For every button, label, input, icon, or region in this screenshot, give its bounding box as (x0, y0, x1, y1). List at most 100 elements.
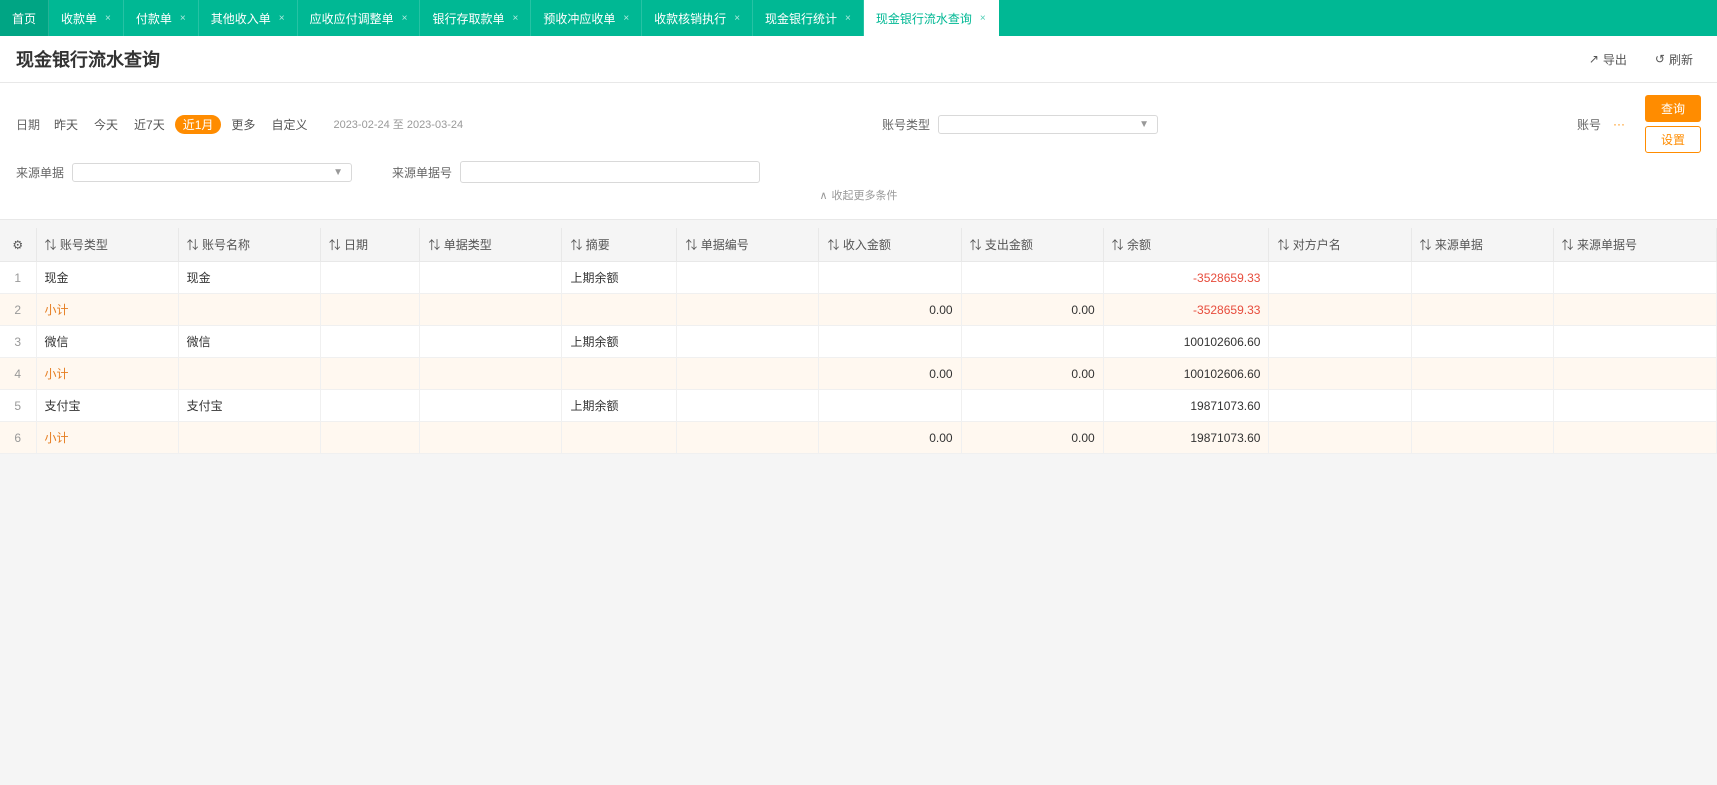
close-icon[interactable]: × (512, 13, 518, 24)
th-source-doc[interactable]: ⇅ 来源单据 (1411, 228, 1553, 262)
table-header: ⚙ ⇅ 账号类型 ⇅ 账号名称 ⇅ 日期 ⇅ 单据类型 ⇅ 摘要 (0, 228, 1717, 262)
source-doc-no-cell (1553, 294, 1716, 326)
source-doc-cell (1411, 422, 1553, 454)
close-icon[interactable]: × (402, 13, 408, 24)
close-icon[interactable]: × (105, 13, 111, 24)
source-doc-num-label: 来源单据号 (392, 164, 452, 181)
th-account-name[interactable]: ⇅ 账号名称 (178, 228, 320, 262)
source-doc-num-input[interactable] (460, 161, 760, 183)
th-doc-type[interactable]: ⇅ 单据类型 (420, 228, 562, 262)
gear-icon[interactable]: ⚙ (12, 238, 23, 252)
th-summary[interactable]: ⇅ 摘要 (562, 228, 677, 262)
doc-type-cell (420, 390, 562, 422)
table-row: 6小计0.000.0019871073.60 (0, 422, 1717, 454)
th-expense[interactable]: ⇅ 支出金额 (961, 228, 1103, 262)
source-doc-cell (1411, 390, 1553, 422)
nav-item-首页[interactable]: 首页 (0, 0, 49, 36)
th-date[interactable]: ⇅ 日期 (320, 228, 420, 262)
filter-row-2: 来源单据 ▼ 来源单据号 (16, 161, 1701, 183)
last7days-btn[interactable]: 近7天 (128, 115, 171, 134)
chevron-down-icon: ▼ (1139, 119, 1149, 130)
btn-group-right: 查询 设置 (1645, 95, 1701, 153)
balance-cell: 100102606.60 (1103, 326, 1269, 358)
sort-icon: ⇅ (827, 238, 839, 252)
account-name-cell: 支付宝 (178, 390, 320, 422)
nav-item-预收冲应收单[interactable]: 预收冲应收单× (531, 0, 642, 36)
income-cell (819, 390, 961, 422)
export-button[interactable]: ↗ 导出 (1581, 47, 1635, 72)
th-doc-no[interactable]: ⇅ 单据编号 (677, 228, 819, 262)
date-cell (320, 326, 420, 358)
collapse-icon: ∧ (819, 189, 827, 202)
counterparty-cell (1269, 326, 1411, 358)
row-num-cell: 6 (0, 422, 36, 454)
close-icon[interactable]: × (845, 13, 851, 24)
custom-date-btn[interactable]: 自定义 (265, 115, 313, 134)
account-type-select[interactable]: ▼ (938, 115, 1158, 134)
nav-item-收款核销执行[interactable]: 收款核销执行× (642, 0, 753, 36)
balance-cell: 19871073.60 (1103, 390, 1269, 422)
table-row: 4小计0.000.00100102606.60 (0, 358, 1717, 390)
nav-item-付款单[interactable]: 付款单× (124, 0, 199, 36)
close-icon[interactable]: × (980, 13, 986, 24)
income-cell (819, 262, 961, 294)
query-button[interactable]: 查询 (1645, 95, 1701, 122)
close-icon[interactable]: × (279, 13, 285, 24)
export-icon: ↗ (1589, 52, 1599, 66)
account-type-cell: 微信 (36, 326, 178, 358)
expense-cell (961, 262, 1103, 294)
filter-area: 日期 昨天 今天 近7天 近1月 更多 自定义 2023-02-24 至 202… (0, 83, 1717, 220)
nav-item-其他收入单[interactable]: 其他收入单× (199, 0, 298, 36)
settings-button[interactable]: 设置 (1645, 126, 1701, 153)
summary-cell: 上期余额 (562, 390, 677, 422)
source-doc-no-cell (1553, 390, 1716, 422)
table-body: 1现金现金上期余额-3528659.332小计0.000.00-3528659.… (0, 262, 1717, 454)
account-type-cell: 小计 (36, 358, 178, 390)
today-btn[interactable]: 今天 (88, 115, 124, 134)
source-doc-cell (1411, 326, 1553, 358)
nav-item-应收应付调整单[interactable]: 应收应付调整单× (298, 0, 421, 36)
source-doc-num-group: 来源单据号 (392, 161, 760, 183)
doc-no-cell (677, 262, 819, 294)
account-type-cell: 现金 (36, 262, 178, 294)
sort-icon: ⇅ (1420, 238, 1432, 252)
sort-icon: ⇅ (1112, 238, 1124, 252)
source-doc-select[interactable]: ▼ (72, 163, 352, 182)
sort-icon: ⇅ (187, 238, 199, 252)
doc-type-cell (420, 358, 562, 390)
date-filter-group: 日期 昨天 今天 近7天 近1月 更多 自定义 (16, 115, 313, 134)
th-source-doc-no[interactable]: ⇅ 来源单据号 (1553, 228, 1716, 262)
close-icon[interactable]: × (623, 13, 629, 24)
expense-cell (961, 390, 1103, 422)
counterparty-cell (1269, 358, 1411, 390)
th-counterparty[interactable]: ⇅ 对方户名 (1269, 228, 1411, 262)
summary-cell: 上期余额 (562, 262, 677, 294)
date-range-display: 2023-02-24 至 2023-03-24 (333, 116, 463, 132)
th-balance[interactable]: ⇅ 余额 (1103, 228, 1269, 262)
nav-item-银行存取款单[interactable]: 银行存取款单× (420, 0, 531, 36)
yesterday-btn[interactable]: 昨天 (48, 115, 84, 134)
account-name-cell: 现金 (178, 262, 320, 294)
close-icon[interactable]: × (734, 13, 740, 24)
last1month-btn[interactable]: 近1月 (175, 115, 222, 134)
filter-row-1: 日期 昨天 今天 近7天 近1月 更多 自定义 2023-02-24 至 202… (16, 95, 1701, 153)
source-doc-cell (1411, 358, 1553, 390)
th-income[interactable]: ⇅ 收入金额 (819, 228, 961, 262)
table-row: 3微信微信上期余额100102606.60 (0, 326, 1717, 358)
collapse-bar[interactable]: ∧ 收起更多条件 (16, 183, 1701, 207)
source-doc-label: 来源单据 (16, 164, 64, 181)
more-date-btn[interactable]: 更多 (225, 115, 261, 134)
th-account-type[interactable]: ⇅ 账号类型 (36, 228, 178, 262)
nav-item-现金银行统计[interactable]: 现金银行统计× (753, 0, 864, 36)
close-icon[interactable]: × (180, 13, 186, 24)
source-doc-cell (1411, 262, 1553, 294)
account-name-cell: 微信 (178, 326, 320, 358)
summary-cell: 上期余额 (562, 326, 677, 358)
sort-icon: ⇅ (428, 238, 440, 252)
nav-item-收款单[interactable]: 收款单× (49, 0, 124, 36)
account-more-btn[interactable]: ··· (1609, 117, 1629, 131)
nav-item-现金银行流水查询[interactable]: 现金银行流水查询× (864, 0, 999, 36)
th-settings[interactable]: ⚙ (0, 228, 36, 262)
refresh-button[interactable]: ↺ 刷新 (1647, 47, 1701, 72)
sort-icon: ⇅ (329, 238, 341, 252)
